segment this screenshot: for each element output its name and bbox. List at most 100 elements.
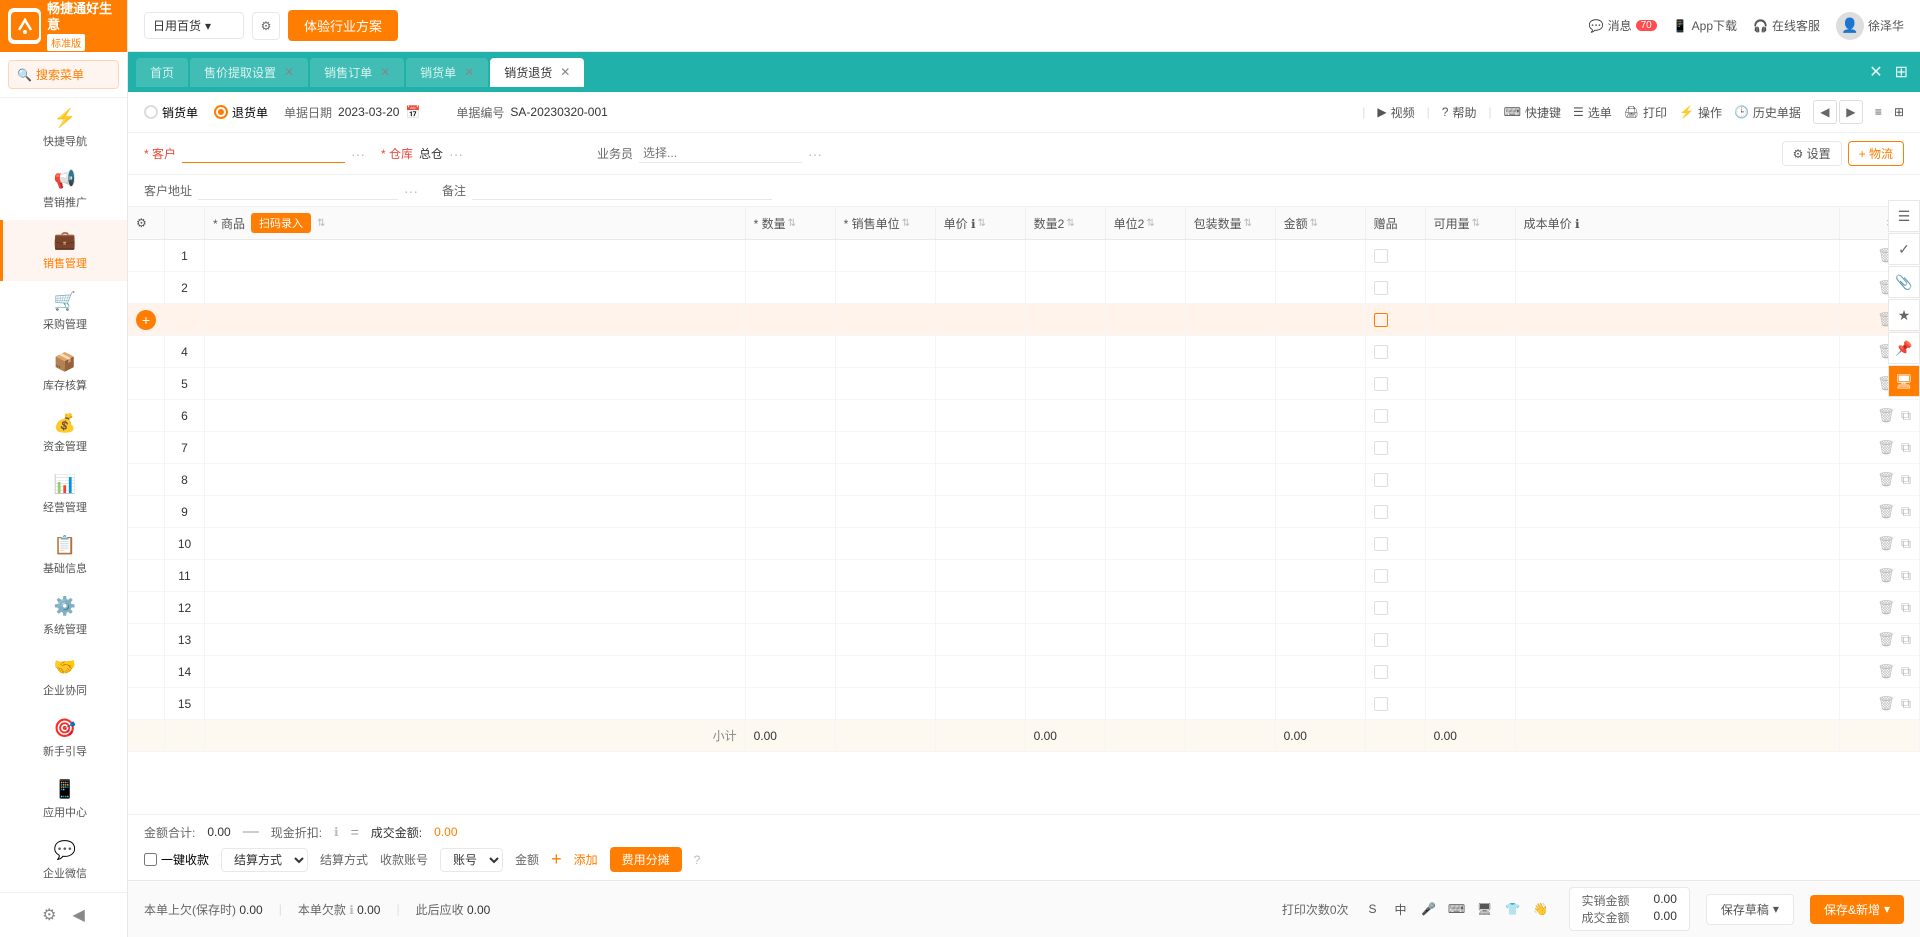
r11-pr[interactable] <box>935 560 1025 592</box>
tab-sale-price-close[interactable]: ✕ <box>284 65 294 79</box>
online-service-item[interactable]: 🎧 在线客服 <box>1753 17 1820 34</box>
r8-cpy[interactable]: ⧉ <box>1901 471 1911 488</box>
r7-av[interactable] <box>1425 432 1515 464</box>
row3-qty2[interactable] <box>1025 304 1105 336</box>
r12-q2[interactable] <box>1025 592 1105 624</box>
r8-pk[interactable] <box>1185 464 1275 496</box>
col-settings-icon[interactable]: ⚙ <box>136 216 147 230</box>
r10-pk[interactable] <box>1185 528 1275 560</box>
row3-product-input[interactable] <box>213 313 737 327</box>
r15-g[interactable] <box>1365 688 1425 720</box>
sidebar-item-operations[interactable]: 📊 经营管理 <box>0 464 127 525</box>
r5-q2[interactable] <box>1025 368 1105 400</box>
row2-unit2[interactable] <box>1105 272 1185 304</box>
float-btn-3[interactable]: 📎 <box>1888 266 1920 298</box>
r14-u[interactable] <box>835 656 935 688</box>
r7-q2[interactable] <box>1025 432 1105 464</box>
tab-sale-price[interactable]: 售价提取设置 ✕ <box>190 58 308 87</box>
r11-pk[interactable] <box>1185 560 1275 592</box>
row3-pack[interactable] <box>1185 304 1275 336</box>
r8-q2[interactable] <box>1025 464 1105 496</box>
r15-cpy[interactable]: ⧉ <box>1901 695 1911 712</box>
tab-sale-order[interactable]: 销售订单 ✕ <box>310 58 404 87</box>
r7-cpy[interactable]: ⧉ <box>1901 439 1911 456</box>
r9-av[interactable] <box>1425 496 1515 528</box>
row2-cost-price[interactable] <box>1515 272 1839 304</box>
search-menu-button[interactable]: 🔍 搜索菜单 <box>8 60 119 89</box>
row2-qty2[interactable] <box>1025 272 1105 304</box>
r5-a[interactable] <box>1275 368 1365 400</box>
r15-q2[interactable] <box>1025 688 1105 720</box>
r8-del[interactable]: 🗑 <box>1877 471 1895 488</box>
r6-av[interactable] <box>1425 400 1515 432</box>
r12-a[interactable] <box>1275 592 1365 624</box>
r6-pk[interactable] <box>1185 400 1275 432</box>
r5-q[interactable] <box>745 368 835 400</box>
r12-pr[interactable] <box>935 592 1025 624</box>
r11-a[interactable] <box>1275 560 1365 592</box>
r10-a[interactable] <box>1275 528 1365 560</box>
r4-u2[interactable] <box>1105 336 1185 368</box>
r14-pk[interactable] <box>1185 656 1275 688</box>
r4-g[interactable] <box>1365 336 1425 368</box>
r5-cp[interactable] <box>1515 368 1839 400</box>
row3-qty[interactable] <box>745 304 835 336</box>
price-sort-icon[interactable]: ⇅ <box>978 218 986 229</box>
r14-q[interactable] <box>745 656 835 688</box>
r8-u2[interactable] <box>1105 464 1185 496</box>
r9-p[interactable] <box>205 496 746 528</box>
r15-av[interactable] <box>1425 688 1515 720</box>
r12-pk[interactable] <box>1185 592 1275 624</box>
amount-sort-icon[interactable]: ⇅ <box>1310 218 1318 229</box>
r11-del[interactable]: 🗑 <box>1877 567 1895 584</box>
row2-amount[interactable] <box>1275 272 1365 304</box>
r6-cpy[interactable]: ⧉ <box>1901 407 1911 424</box>
r10-cp[interactable] <box>1515 528 1839 560</box>
header-settings-button[interactable]: ⚙ <box>252 12 280 40</box>
r13-cpy[interactable]: ⧉ <box>1901 631 1911 648</box>
r4-cp[interactable] <box>1515 336 1839 368</box>
r11-g[interactable] <box>1365 560 1425 592</box>
row2-price[interactable] <box>935 272 1025 304</box>
r14-cp[interactable] <box>1515 656 1839 688</box>
qty-sort-icon[interactable]: ⇅ <box>788 218 796 229</box>
r9-a[interactable] <box>1275 496 1365 528</box>
row2-product[interactable] <box>205 272 746 304</box>
r5-g[interactable] <box>1365 368 1425 400</box>
r11-q2[interactable] <box>1025 560 1105 592</box>
row3-unit2[interactable] <box>1105 304 1185 336</box>
user-profile-item[interactable]: 👤 徐泽华 <box>1836 12 1904 40</box>
r13-p[interactable] <box>205 624 746 656</box>
r7-u[interactable] <box>835 432 935 464</box>
r15-q[interactable] <box>745 688 835 720</box>
float-btn-6[interactable]: 🖥 <box>1888 365 1920 397</box>
qty2-sort-icon[interactable]: ⇅ <box>1066 218 1074 229</box>
help-btn[interactable]: ? 帮助 <box>1442 104 1477 121</box>
row2-pack[interactable] <box>1185 272 1275 304</box>
account-method-select[interactable]: 结算方式 <box>221 848 308 872</box>
view-grid-btn[interactable]: ⊞ <box>1894 105 1904 119</box>
r6-p[interactable] <box>205 400 746 432</box>
add-payment-btn[interactable]: + <box>551 849 562 870</box>
r10-pr[interactable] <box>935 528 1025 560</box>
row1-unit[interactable] <box>835 240 935 272</box>
r13-u[interactable] <box>835 624 935 656</box>
scan-barcode-btn[interactable]: 扫码录入 <box>251 213 311 233</box>
r6-pr[interactable] <box>935 400 1025 432</box>
select-btn[interactable]: ☰ 选单 <box>1573 104 1612 121</box>
row1-amount[interactable] <box>1275 240 1365 272</box>
product-sort-icon[interactable]: ⇅ <box>317 218 325 229</box>
radio-return-item[interactable]: 退货单 <box>214 104 268 121</box>
sale-unit-sort-icon[interactable]: ⇅ <box>902 218 910 229</box>
row3-product[interactable] <box>205 304 746 336</box>
r5-u2[interactable] <box>1105 368 1185 400</box>
r4-u[interactable] <box>835 336 935 368</box>
r10-u[interactable] <box>835 528 935 560</box>
r12-u2[interactable] <box>1105 592 1185 624</box>
r5-p[interactable] <box>205 368 746 400</box>
r14-u2[interactable] <box>1105 656 1185 688</box>
row1-price[interactable] <box>935 240 1025 272</box>
r8-u[interactable] <box>835 464 935 496</box>
account-number-select[interactable]: 账号 <box>440 848 503 872</box>
tab-close-all-btn[interactable]: ✕ <box>1865 60 1886 84</box>
